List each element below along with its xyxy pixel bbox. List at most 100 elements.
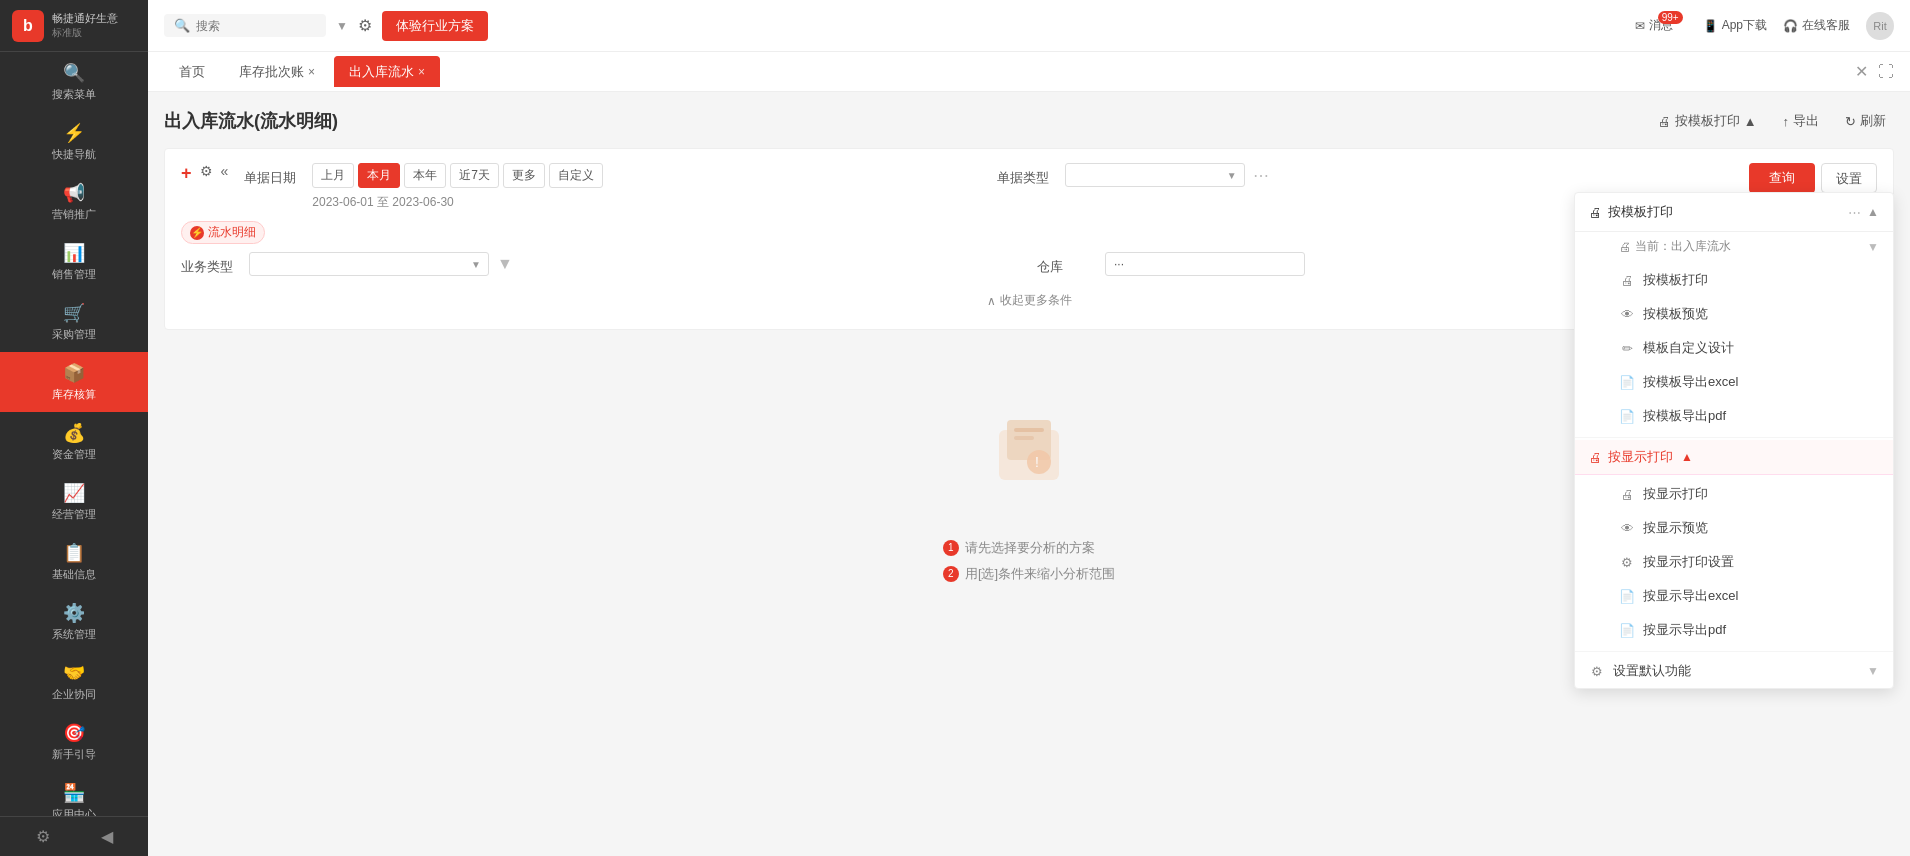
dropdown-item-template-export-excel[interactable]: 📄 按模板导出excel — [1575, 365, 1893, 399]
dropdown-collapse-arrow[interactable]: ▲ — [1867, 205, 1879, 219]
dropdown-divider-2 — [1575, 651, 1893, 652]
dropdown-header: 🖨 按模板打印 ⋯ ▲ — [1575, 193, 1893, 232]
flow-detail-tag[interactable]: ⚡ 流水明细 — [181, 221, 265, 244]
dropdown-item-template-custom[interactable]: ✏ 模板自定义设计 — [1575, 331, 1893, 365]
refresh-icon: ↻ — [1845, 114, 1856, 129]
dropdown-item-default-function[interactable]: ⚙ 设置默认功能 ▼ — [1575, 654, 1893, 688]
export-icon: ↑ — [1783, 114, 1790, 129]
default-function-arrow: ▼ — [1867, 664, 1879, 678]
tab-home[interactable]: 首页 — [164, 56, 220, 87]
sidebar-item-operation[interactable]: 📈 经营管理 — [0, 472, 148, 532]
sidebar-item-inventory[interactable]: 📦 库存核算 — [0, 352, 148, 412]
tag-icon: ⚡ — [190, 226, 204, 240]
dropdown-item-display-print-settings[interactable]: ⚙ 按显示打印设置 — [1575, 545, 1893, 579]
print-template-btn[interactable]: 🖨 按模板打印 ▲ — [1650, 108, 1765, 134]
sidebar-item-quick-nav[interactable]: ⚡ 快捷导航 — [0, 112, 148, 172]
search-settings-btn[interactable]: ⚙ — [200, 163, 213, 179]
user-avatar[interactable]: Rit — [1866, 12, 1894, 40]
basic-icon: 📋 — [63, 542, 85, 564]
appstore-icon: 🏪 — [63, 782, 85, 804]
date-btn-7days[interactable]: 近7天 — [450, 163, 499, 188]
export-label: 导出 — [1793, 112, 1819, 130]
date-btn-last-month[interactable]: 上月 — [312, 163, 354, 188]
collapse-sidebar-btn[interactable]: ◀ — [101, 827, 113, 846]
doc-type-more-btn[interactable]: ⋯ — [1253, 166, 1269, 185]
date-btn-this-month[interactable]: 本月 — [358, 163, 400, 188]
dropdown-item-display-export-pdf[interactable]: 📄 按显示导出pdf — [1575, 613, 1893, 647]
warehouse-dots: ··· — [1114, 257, 1124, 271]
topbar-search-input[interactable] — [196, 19, 316, 33]
query-button[interactable]: 查询 — [1749, 163, 1815, 193]
tab-batch-close[interactable]: × — [308, 65, 315, 79]
biz-type-field: 业务类型 ▼ — [181, 252, 1021, 276]
print-dropdown-panel: 🖨 按模板打印 ⋯ ▲ 🖨 当前：出入库流水 ▼ 🖨 — [1574, 192, 1894, 689]
sidebar-item-appstore[interactable]: 🏪 应用中心 — [0, 772, 148, 816]
dropdown-item-display-preview[interactable]: 👁 按显示预览 — [1575, 511, 1893, 545]
date-btn-more[interactable]: 更多 — [503, 163, 545, 188]
sidebar-item-finance[interactable]: 💰 资金管理 — [0, 412, 148, 472]
current-arrow[interactable]: ▼ — [1867, 240, 1879, 254]
sidebar-item-marketing[interactable]: 📢 营销推广 — [0, 172, 148, 232]
topbar-right-items: ✉ 消息 99+ 📱 App下载 🎧 在线客服 Rit — [1635, 12, 1894, 40]
dropdown-more-icon[interactable]: ⋯ — [1848, 205, 1861, 220]
dropdown-item-display-export-excel[interactable]: 📄 按显示导出excel — [1575, 579, 1893, 613]
sidebar-item-search[interactable]: 🔍 搜索菜单 — [0, 52, 148, 112]
print-template-arrow: ▲ — [1744, 114, 1757, 129]
settings-button[interactable]: 设置 — [1821, 163, 1877, 193]
doc-type-select[interactable] — [1065, 163, 1245, 187]
search-collapse-icon-btn[interactable]: « — [221, 163, 229, 179]
template-preview-label: 按模板预览 — [1643, 305, 1708, 323]
sidebar-item-system[interactable]: ⚙️ 系统管理 — [0, 592, 148, 652]
dropdown-item-template-preview[interactable]: 👁 按模板预览 — [1575, 297, 1893, 331]
display-section-toggle[interactable]: ▲ — [1681, 450, 1693, 464]
tab-flow[interactable]: 出入库流水 × — [334, 56, 440, 87]
display-print-settings-icon: ⚙ — [1619, 554, 1635, 570]
date-btn-this-year[interactable]: 本年 — [404, 163, 446, 188]
sidebar-item-enterprise[interactable]: 🤝 企业协同 — [0, 652, 148, 712]
user-name: Rit — [1873, 20, 1886, 32]
trial-button[interactable]: 体验行业方案 — [382, 11, 488, 41]
default-function-label: 设置默认功能 — [1613, 662, 1691, 680]
sidebar-item-purchase[interactable]: 🛒 采购管理 — [0, 292, 148, 352]
sidebar-item-guide[interactable]: 🎯 新手引导 — [0, 712, 148, 772]
refresh-btn[interactable]: ↻ 刷新 — [1837, 108, 1894, 134]
print-template-label: 按模板打印 — [1675, 112, 1740, 130]
date-btn-custom[interactable]: 自定义 — [549, 163, 603, 188]
tab-flow-close[interactable]: × — [418, 65, 425, 79]
template-pdf-icon: 📄 — [1619, 408, 1635, 424]
biz-type-dropdown-arrow[interactable]: ▼ — [497, 255, 513, 273]
tab-batch[interactable]: 库存批次账 × — [224, 56, 330, 87]
sidebar-item-sales[interactable]: 📊 销售管理 — [0, 232, 148, 292]
topbar-gear-icon[interactable]: ⚙ — [358, 16, 372, 35]
empty-illustration: ! — [979, 400, 1079, 519]
settings-bottom-btn[interactable]: ⚙ — [36, 827, 50, 846]
online-service-btn[interactable]: 🎧 在线客服 — [1783, 17, 1850, 34]
biz-type-select-wrap — [249, 252, 489, 276]
warehouse-input[interactable]: ··· — [1105, 252, 1305, 276]
message-btn[interactable]: ✉ 消息 99+ — [1635, 17, 1673, 34]
topbar-search-arrow[interactable]: ▼ — [336, 19, 348, 33]
dropdown-item-display-print[interactable]: 🖨 按显示打印 — [1575, 477, 1893, 511]
app-download-btn[interactable]: 📱 App下载 — [1703, 17, 1767, 34]
export-btn[interactable]: ↑ 导出 — [1775, 108, 1828, 134]
display-section-header[interactable]: 🖨 按显示打印 ▲ — [1575, 440, 1893, 475]
tab-expand-btn[interactable]: ⛶ — [1878, 63, 1894, 81]
biz-type-label: 业务类型 — [181, 252, 241, 276]
dropdown-header-right: ⋯ ▲ — [1848, 205, 1879, 220]
dropdown-item-template-print[interactable]: 🖨 按模板打印 — [1575, 263, 1893, 297]
sidebar: b 畅捷通好生意 标准版 🔍 搜索菜单 ⚡ 快捷导航 📢 营销推广 📊 销售管理… — [0, 0, 148, 856]
add-condition-btn[interactable]: + — [181, 163, 192, 184]
sidebar-item-basic[interactable]: 📋 基础信息 — [0, 532, 148, 592]
message-icon: ✉ — [1635, 19, 1645, 33]
date-range-text: 2023-06-01 至 2023-06-30 — [312, 194, 603, 211]
biz-type-select[interactable] — [249, 252, 489, 276]
search-topbar-icon: 🔍 — [174, 18, 190, 33]
dropdown-item-template-export-pdf[interactable]: 📄 按模板导出pdf — [1575, 399, 1893, 433]
dropdown-print-icon: 🖨 — [1589, 205, 1602, 220]
tab-close-all-btn[interactable]: ✕ — [1855, 62, 1868, 81]
display-section-title-label: 按显示打印 — [1608, 448, 1673, 466]
topbar-search-box[interactable]: 🔍 — [164, 14, 326, 37]
topbar: 🔍 ▼ ⚙ 体验行业方案 ✉ 消息 99+ 📱 App下载 🎧 在线客服 Rit — [148, 0, 1910, 52]
display-pdf-icon: 📄 — [1619, 622, 1635, 638]
collapse-up-icon: ∧ — [987, 294, 996, 308]
